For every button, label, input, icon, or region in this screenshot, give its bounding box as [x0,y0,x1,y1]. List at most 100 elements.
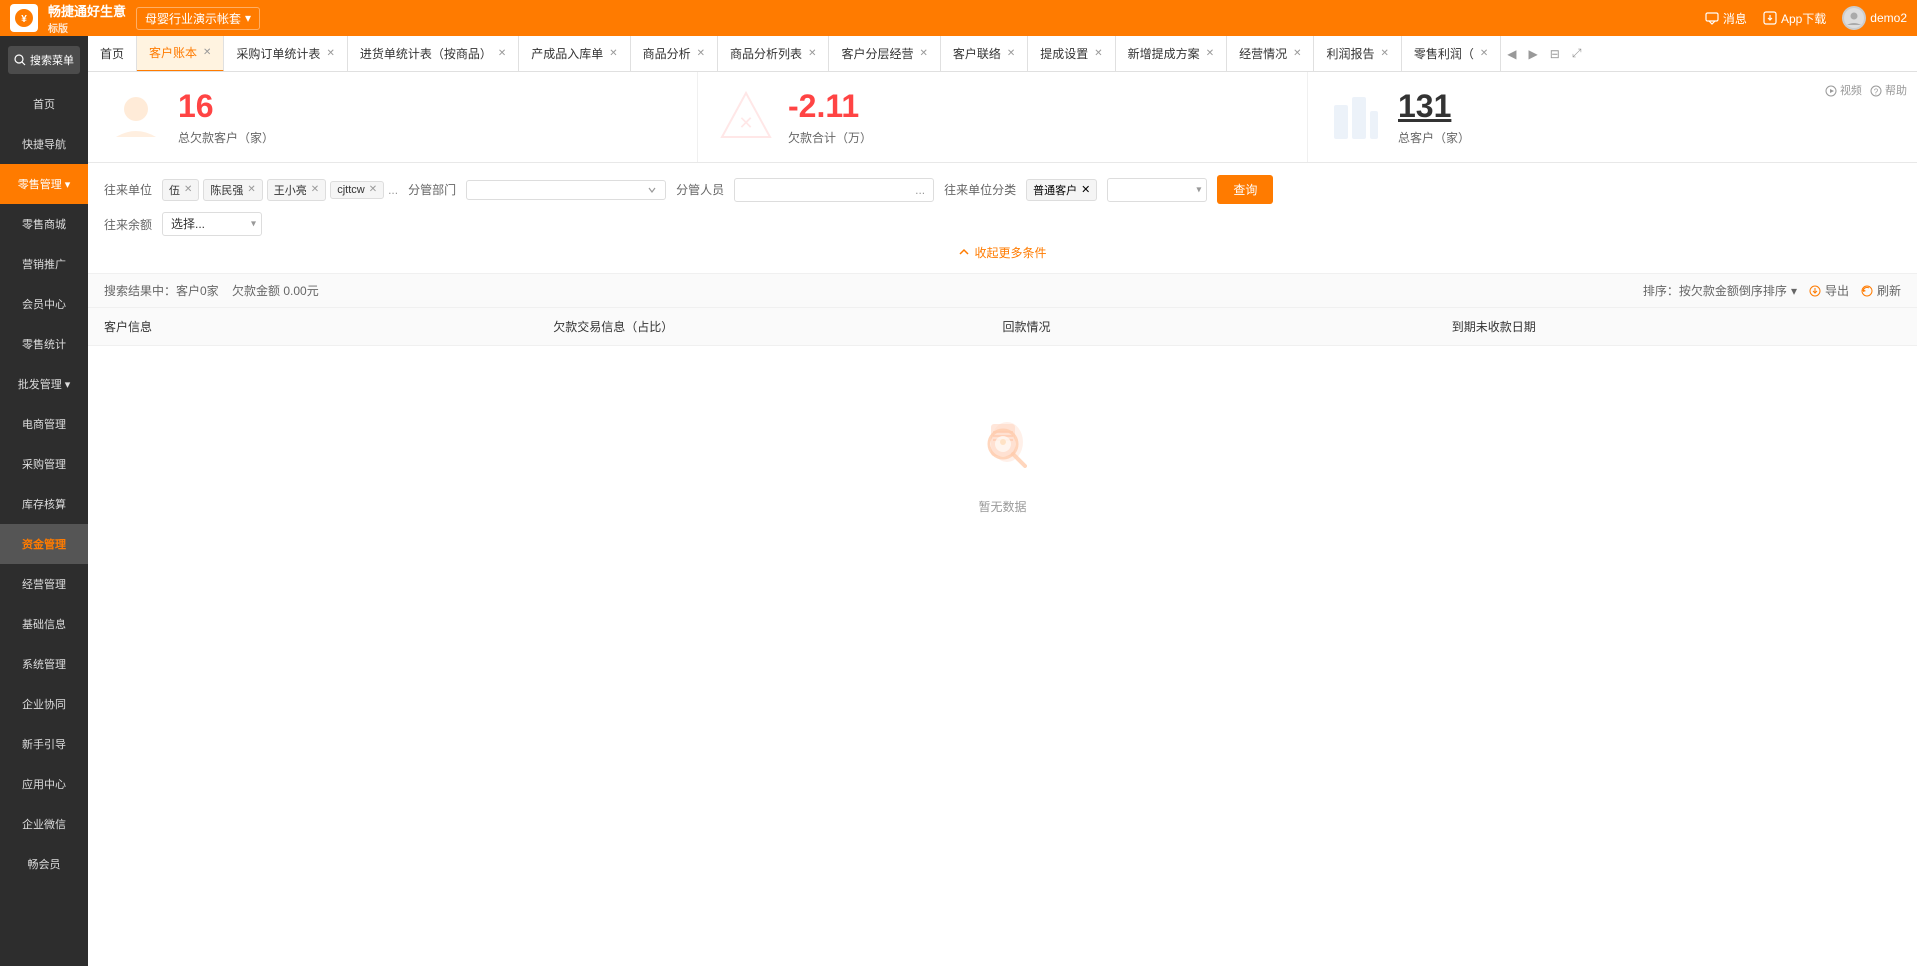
tab-close-profit-report[interactable]: ✕ [1381,48,1389,59]
help-btn[interactable]: ? 帮助 [1870,82,1907,98]
sidebar-item-purchase-mgmt[interactable]: 采购管理 [0,444,88,484]
sidebar-item-sys-mgmt[interactable]: 系统管理 [0,644,88,684]
sidebar-item-new-guide[interactable]: 新手引导 [0,724,88,764]
summary-row: 搜索结果中：客户0家 欠款金额 0.00元 排序：按欠款金额倒序排序 ▾ 导出 [88,274,1917,308]
tab-production[interactable]: 产成品入库单 ✕ [519,36,630,72]
filter-person-input[interactable]: ... [734,178,934,202]
sidebar-item-home[interactable]: 首页 [0,84,88,124]
tab-incoming-stats[interactable]: 进货单统计表（按商品） ✕ [348,36,519,72]
main-area: 搜索菜单 首页 快捷导航 零售管理 ▾ 零售商城 营销推广 会员中心 零售统计 … [0,36,1917,966]
video-help-area: 视频 ? 帮助 [1825,82,1907,98]
sidebar-item-basic-info[interactable]: 基础信息 [0,604,88,644]
empty-state: 暂无数据 [88,346,1917,575]
filter-tag-unit-cjttcw: cjttcw✕ [330,181,384,199]
tab-customer-balance[interactable]: 客户账本 ✕ [137,36,224,72]
tab-close-biz-status[interactable]: ✕ [1293,48,1301,59]
filter-balance-label: 往来余额 [104,216,152,233]
tab-close-retail-profit[interactable]: ✕ [1480,48,1488,59]
filter-row-2: 往来余额 选择... [104,212,1901,236]
stat-icon-amount: ✕ [718,89,774,145]
filter-person-label: 分管人员 [676,181,724,198]
tab-biz-status[interactable]: 经营情况 ✕ [1227,36,1314,72]
sidebar-item-changyou-member[interactable]: 畅会员 [0,844,88,884]
filter-dept-input[interactable] [466,180,666,200]
sort-dropdown[interactable]: 排序：按欠款金额倒序排序 ▾ [1643,282,1797,299]
sidebar-item-quick-nav[interactable]: 快捷导航 [0,124,88,164]
sidebar-item-app-center[interactable]: 应用中心 [0,764,88,804]
sidebar-item-stock-check[interactable]: 库存核算 [0,484,88,524]
video-btn[interactable]: 视频 [1825,82,1862,98]
tab-close-purchase[interactable]: ✕ [326,48,334,59]
sidebar-item-retail-store[interactable]: 零售商城 [0,204,88,244]
app-download-btn[interactable]: App下载 [1763,10,1826,27]
tab-product-analysis-list[interactable]: 商品分析列表 ✕ [718,36,829,72]
sidebar-item-biz-mgmt[interactable]: 经营管理 [0,564,88,604]
stat-total-customers: 131 总客户（家） 视频 ? 帮助 [1308,72,1917,162]
tab-product-analysis[interactable]: 商品分析 ✕ [631,36,718,72]
sidebar-item-enterprise-collab[interactable]: 企业协同 [0,684,88,724]
tab-customer-segment[interactable]: 客户分层经营 ✕ [829,36,940,72]
tab-add-promotion-plan[interactable]: 新增提成方案 ✕ [1116,36,1227,72]
sidebar-item-wholesale-mgmt[interactable]: 批发管理 ▾ [0,364,88,404]
app-wrapper: ¥ 畅捷通好生意 标版 母婴行业演示帐套 ▾ 消息 App下载 [0,0,1917,966]
tab-home[interactable]: 首页 [88,36,137,72]
filter-person-dots[interactable]: ... [915,183,925,197]
sidebar-item-retail-stats[interactable]: 零售统计 [0,324,88,364]
filter-unit-type-dropdown[interactable] [1107,178,1207,202]
filter-tag-unit-all: 伍✕ [162,179,199,201]
filter-unit-tags: 伍✕ 陈民强✕ 王小亮✕ cjttcw✕ ... [162,179,398,201]
remove-unit-cjttcw[interactable]: ✕ [369,184,377,195]
tab-expand-btn[interactable]: ⤢ [1566,46,1588,61]
tab-close-promotion-settings[interactable]: ✕ [1094,48,1102,59]
tab-scroll-left[interactable]: ◀ [1501,47,1522,61]
message-btn[interactable]: 消息 [1705,10,1747,27]
tab-close-incoming[interactable]: ✕ [498,48,506,59]
tab-purchase-order-stats[interactable]: 采购订单统计表 ✕ [224,36,347,72]
company-dropdown[interactable]: 母婴行业演示帐套 ▾ [136,7,260,30]
sidebar-item-marketing[interactable]: 营销推广 [0,244,88,284]
avatar [1842,6,1866,30]
stat-label-total-customers: 总客户（家） [1398,129,1470,146]
summary-actions: 排序：按欠款金额倒序排序 ▾ 导出 刷新 [1643,282,1901,299]
sidebar-item-retail-mgmt[interactable]: 零售管理 ▾ [0,164,88,204]
remove-unit-chen[interactable]: ✕ [247,184,255,195]
tab-menu-btn[interactable]: ⊟ [1544,47,1566,61]
sidebar-item-ecom-mgmt[interactable]: 电商管理 [0,404,88,444]
search-menu-btn[interactable]: 搜索菜单 [8,46,80,74]
remove-normal-customer[interactable]: ✕ [1081,183,1090,196]
tab-customer-contact[interactable]: 客户联络 ✕ [941,36,1028,72]
unit-type-select[interactable] [1107,178,1207,202]
tab-retail-profit[interactable]: 零售利润（ ✕ [1402,36,1501,72]
refresh-btn[interactable]: 刷新 [1861,282,1901,299]
sidebar-item-member-center[interactable]: 会员中心 [0,284,88,324]
empty-text: 暂无数据 [978,498,1026,515]
remove-unit-all[interactable]: ✕ [184,184,192,195]
sidebar-item-enterprise-wechat[interactable]: 企业微信 [0,804,88,844]
tab-scroll-right[interactable]: ▶ [1523,47,1544,61]
query-button[interactable]: 查询 [1217,175,1273,204]
sidebar-item-finance-mgmt[interactable]: 资金管理 [0,524,88,564]
filter-tag-normal-customer: 普通客户✕ [1026,179,1097,201]
stat-label-overdue-customers: 总欠款客户（家） [178,129,274,146]
tab-close-customer-balance[interactable]: ✕ [203,47,211,58]
stat-icon-total [1328,89,1384,145]
tab-close-customer-segment[interactable]: ✕ [919,48,927,59]
tab-close-add-promotion-plan[interactable]: ✕ [1206,48,1214,59]
remove-unit-wang[interactable]: ✕ [311,184,319,195]
tab-close-customer-contact[interactable]: ✕ [1007,48,1015,59]
collapse-filter-btn[interactable]: 收起更多条件 [104,244,1901,261]
tab-profit-report[interactable]: 利润报告 ✕ [1314,36,1401,72]
export-btn[interactable]: 导出 [1809,282,1849,299]
filter-more-units[interactable]: ... [388,183,398,197]
svg-text:?: ? [1874,88,1879,97]
tab-close-product-analysis-list[interactable]: ✕ [808,48,816,59]
tab-close-production[interactable]: ✕ [609,48,617,59]
user-menu[interactable]: demo2 [1842,6,1907,30]
filter-unit-type-label: 往来单位分类 [944,181,1016,198]
balance-select[interactable]: 选择... [162,212,262,236]
svg-text:✕: ✕ [738,113,753,133]
tab-close-product-analysis[interactable]: ✕ [697,48,705,59]
filter-balance-dropdown[interactable]: 选择... [162,212,262,236]
stat-icon-customers [108,89,164,145]
tab-promotion-settings[interactable]: 提成设置 ✕ [1028,36,1115,72]
